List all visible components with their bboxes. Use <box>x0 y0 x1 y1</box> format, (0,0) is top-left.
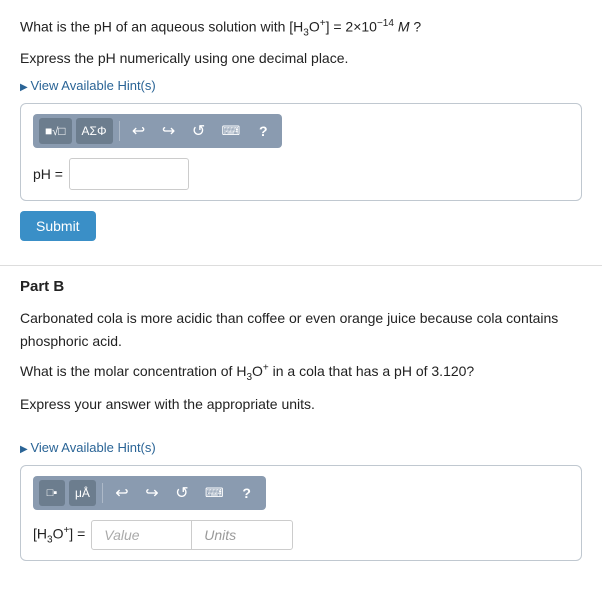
submit-btn-a[interactable]: Submit <box>20 211 96 241</box>
answer-row-a: pH = <box>33 158 569 190</box>
keyboard-btn-b[interactable]: ⌨ <box>199 480 230 506</box>
part-b-section: Part B Carbonated cola is more acidic th… <box>20 278 582 561</box>
hint-link-a[interactable]: View Available Hint(s) <box>20 78 156 93</box>
answer-label-b: [H3O+] = <box>33 525 85 545</box>
value-placeholder: Value <box>104 527 139 543</box>
math-template-btn-b[interactable]: □▪ <box>39 480 65 506</box>
units-placeholder: Units <box>204 527 236 543</box>
math-template-icon: ■√□ <box>45 124 66 138</box>
part-a-section: What is the pH of an aqueous solution wi… <box>20 16 582 257</box>
units-cell[interactable]: Units <box>192 521 292 549</box>
units-symbols-btn-b[interactable]: μÅ <box>69 480 96 506</box>
input-box-a: ■√□ ΑΣΦ ↩ ↪ ↺ ⌨ ? pH = <box>20 103 582 201</box>
keyboard-btn-a[interactable]: ⌨ <box>216 118 247 144</box>
undo-btn-a[interactable]: ↩ <box>126 118 152 144</box>
refresh-btn-b[interactable]: ↺ <box>169 480 195 506</box>
toolbar-a: ■√□ ΑΣΦ ↩ ↪ ↺ ⌨ ? <box>33 114 282 148</box>
section-divider <box>0 265 602 266</box>
instruction-b: Express your answer with the appropriate… <box>20 394 582 415</box>
part-b-text1: Carbonated cola is more acidic than coff… <box>20 307 582 352</box>
value-units-input: Value Units <box>91 520 293 550</box>
help-btn-a[interactable]: ? <box>250 118 276 144</box>
math-template-btn-a[interactable]: ■√□ <box>39 118 72 144</box>
redo-btn-a[interactable]: ↪ <box>156 118 182 144</box>
help-btn-b[interactable]: ? <box>234 480 260 506</box>
value-cell[interactable]: Value <box>92 521 192 549</box>
separator-1 <box>119 121 120 141</box>
answer-label-a: pH = <box>33 166 63 182</box>
input-box-b: □▪ μÅ ↩ ↪ ↺ ⌨ ? [H3O+] = Value Units <box>20 465 582 561</box>
toolbar-b: □▪ μÅ ↩ ↪ ↺ ⌨ ? <box>33 476 266 510</box>
instruction-a: Express the pH numerically using one dec… <box>20 48 582 69</box>
separator-b1 <box>102 483 103 503</box>
ph-input[interactable] <box>69 158 189 190</box>
grid-icon: □▪ <box>47 487 58 499</box>
greek-symbols-btn-a[interactable]: ΑΣΦ <box>76 118 113 144</box>
hint-link-b[interactable]: View Available Hint(s) <box>20 440 156 455</box>
question-text-a: What is the pH of an aqueous solution wi… <box>20 16 582 40</box>
part-b-label: Part B <box>20 278 582 295</box>
refresh-btn-a[interactable]: ↺ <box>186 118 212 144</box>
redo-btn-b[interactable]: ↪ <box>139 480 165 506</box>
part-b-text2: What is the molar concentration of H3O+ … <box>20 360 582 386</box>
answer-row-b: [H3O+] = Value Units <box>33 520 569 550</box>
undo-btn-b[interactable]: ↩ <box>109 480 135 506</box>
